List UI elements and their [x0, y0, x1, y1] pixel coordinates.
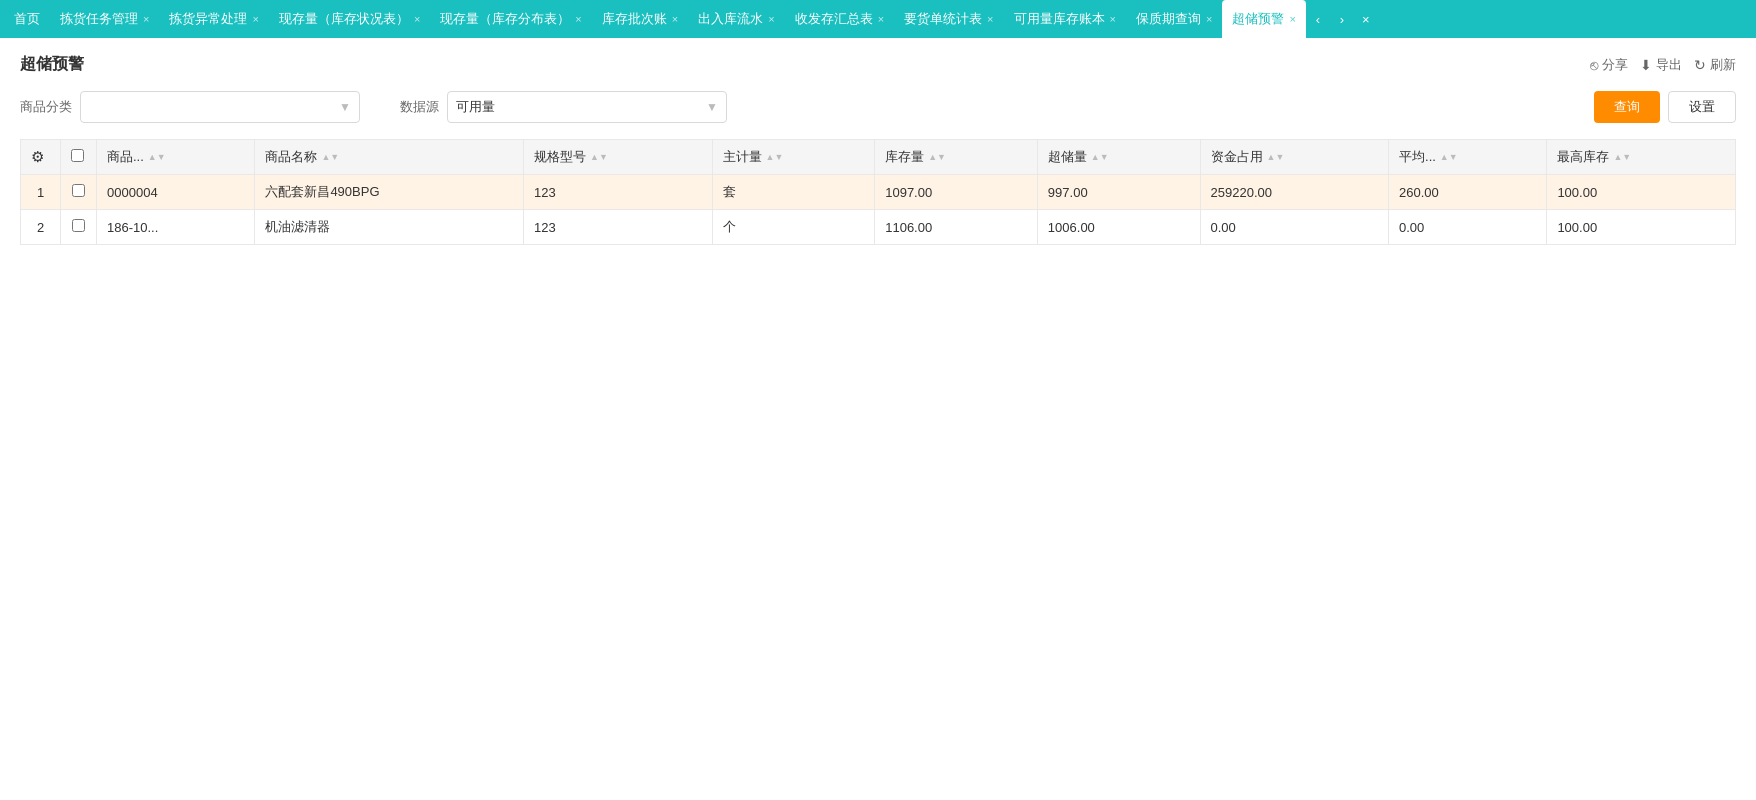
- page-header: 超储预警 ⎋ 分享 ⬇ 导出 ↻ 刷新: [20, 54, 1736, 75]
- nav-item-available[interactable]: 可用量库存账本 ×: [1004, 0, 1126, 38]
- datasource-label: 数据源: [400, 98, 439, 116]
- page-title: 超储预警: [20, 54, 84, 75]
- top-nav: 首页 拣货任务管理 × 拣货异常处理 × 现存量（库存状况表） × 现存量（库存…: [0, 0, 1756, 38]
- query-button[interactable]: 查询: [1594, 91, 1660, 123]
- close-icon[interactable]: ×: [987, 13, 993, 25]
- data-table: ⚙ 商品... ▲▼ 商品名称 ▲▼: [20, 139, 1736, 245]
- sort-arrows-icon: ▲▼: [1440, 153, 1458, 162]
- row-checkbox-cell[interactable]: [61, 210, 97, 245]
- nav-next-arrow[interactable]: ›: [1330, 0, 1354, 38]
- nav-item-flow[interactable]: 出入库流水 ×: [688, 0, 784, 38]
- column-stock-qty[interactable]: 库存量 ▲▼: [875, 140, 1038, 175]
- export-icon: ⬇: [1640, 57, 1652, 73]
- cell-stock-qty: 1106.00: [875, 210, 1038, 245]
- nav-item-task[interactable]: 拣货任务管理 ×: [50, 0, 159, 38]
- refresh-icon: ↻: [1694, 57, 1706, 73]
- close-icon[interactable]: ×: [575, 13, 581, 25]
- cell-max-stock: 100.00: [1547, 175, 1736, 210]
- gear-icon[interactable]: ⚙: [31, 148, 44, 165]
- cell-stock-qty: 1097.00: [875, 175, 1038, 210]
- filter-row: 商品分类 ▼ 数据源 可用量 ▼ 查询 设置: [20, 91, 1736, 123]
- cell-unit: 个: [712, 210, 875, 245]
- cell-capital-used: 259220.00: [1200, 175, 1389, 210]
- close-icon[interactable]: ×: [768, 13, 774, 25]
- main-content: 超储预警 ⎋ 分享 ⬇ 导出 ↻ 刷新 商品分类 ▼ 数据源: [0, 38, 1756, 800]
- column-spec[interactable]: 规格型号 ▲▼: [524, 140, 713, 175]
- nav-item-summary[interactable]: 收发存汇总表 ×: [785, 0, 894, 38]
- share-button[interactable]: ⎋ 分享: [1590, 56, 1628, 74]
- datasource-value: 可用量: [456, 98, 495, 116]
- share-icon: ⎋: [1590, 57, 1598, 73]
- chevron-down-icon: ▼: [339, 100, 351, 114]
- nav-item-stock-dist[interactable]: 现存量（库存分布表） ×: [430, 0, 591, 38]
- check-all-checkbox[interactable]: [71, 149, 84, 162]
- cell-spec: 123: [524, 210, 713, 245]
- nav-close-arrow[interactable]: ×: [1354, 0, 1378, 38]
- sort-arrows-icon: ▲▼: [766, 153, 784, 162]
- cell-over-qty: 1006.00: [1037, 210, 1200, 245]
- column-capital[interactable]: 资金占用 ▲▼: [1200, 140, 1389, 175]
- close-icon[interactable]: ×: [672, 13, 678, 25]
- cell-capital-used: 0.00: [1200, 210, 1389, 245]
- datasource-filter: 数据源 可用量 ▼: [400, 91, 727, 123]
- cell-product-name: 机油滤清器: [255, 210, 524, 245]
- nav-item-order-stat[interactable]: 要货单统计表 ×: [894, 0, 1003, 38]
- row-checkbox-cell[interactable]: [61, 175, 97, 210]
- sort-arrows-icon: ▲▼: [321, 153, 339, 162]
- nav-item-home[interactable]: 首页: [4, 0, 50, 38]
- settings-button[interactable]: 设置: [1668, 91, 1736, 123]
- cell-product-code: 186-10...: [97, 210, 255, 245]
- category-select[interactable]: ▼: [80, 91, 360, 123]
- cell-avg: 0.00: [1389, 210, 1547, 245]
- column-unit[interactable]: 主计量 ▲▼: [712, 140, 875, 175]
- column-over-qty[interactable]: 超储量 ▲▼: [1037, 140, 1200, 175]
- cell-spec: 123: [524, 175, 713, 210]
- close-icon[interactable]: ×: [252, 13, 258, 25]
- column-product-code[interactable]: 商品... ▲▼: [97, 140, 255, 175]
- table-row: 2 186-10... 机油滤清器 123 个 1106.00 1006.00 …: [21, 210, 1736, 245]
- row-checkbox[interactable]: [72, 219, 85, 232]
- nav-item-expiry[interactable]: 保质期查询 ×: [1126, 0, 1222, 38]
- close-icon[interactable]: ×: [414, 13, 420, 25]
- close-icon[interactable]: ×: [1289, 13, 1295, 25]
- nav-item-overstock[interactable]: 超储预警 ×: [1222, 0, 1305, 38]
- column-check-all[interactable]: [61, 140, 97, 175]
- close-icon[interactable]: ×: [1206, 13, 1212, 25]
- column-max-stock[interactable]: 最高库存 ▲▼: [1547, 140, 1736, 175]
- column-avg[interactable]: 平均... ▲▼: [1389, 140, 1547, 175]
- table-row: 1 0000004 六配套新昌490BPG 123 套 1097.00 997.…: [21, 175, 1736, 210]
- nav-item-batch[interactable]: 库存批次账 ×: [592, 0, 688, 38]
- cell-over-qty: 997.00: [1037, 175, 1200, 210]
- category-filter: 商品分类 ▼: [20, 91, 360, 123]
- filter-buttons: 查询 设置: [1594, 91, 1736, 123]
- chevron-down-icon: ▼: [706, 100, 718, 114]
- row-index: 2: [21, 210, 61, 245]
- sort-arrows-icon: ▲▼: [1091, 153, 1109, 162]
- row-index: 1: [21, 175, 61, 210]
- nav-prev-arrow[interactable]: ‹: [1306, 0, 1330, 38]
- column-gear[interactable]: ⚙: [21, 140, 61, 175]
- header-actions: ⎋ 分享 ⬇ 导出 ↻ 刷新: [1590, 56, 1736, 74]
- sort-arrows-icon: ▲▼: [1267, 153, 1285, 162]
- sort-arrows-icon: ▲▼: [1613, 153, 1631, 162]
- sort-arrows-icon: ▲▼: [148, 153, 166, 162]
- datasource-select[interactable]: 可用量 ▼: [447, 91, 727, 123]
- refresh-button[interactable]: ↻ 刷新: [1694, 56, 1736, 74]
- close-icon[interactable]: ×: [878, 13, 884, 25]
- category-label: 商品分类: [20, 98, 72, 116]
- sort-arrows-icon: ▲▼: [590, 153, 608, 162]
- close-icon[interactable]: ×: [143, 13, 149, 25]
- row-checkbox[interactable]: [72, 184, 85, 197]
- nav-item-stock-status[interactable]: 现存量（库存状况表） ×: [269, 0, 430, 38]
- export-button[interactable]: ⬇ 导出: [1640, 56, 1682, 74]
- nav-item-exception[interactable]: 拣货异常处理 ×: [159, 0, 268, 38]
- cell-unit: 套: [712, 175, 875, 210]
- sort-arrows-icon: ▲▼: [928, 153, 946, 162]
- cell-max-stock: 100.00: [1547, 210, 1736, 245]
- cell-avg: 260.00: [1389, 175, 1547, 210]
- cell-product-name: 六配套新昌490BPG: [255, 175, 524, 210]
- cell-product-code: 0000004: [97, 175, 255, 210]
- column-product-name[interactable]: 商品名称 ▲▼: [255, 140, 524, 175]
- close-icon[interactable]: ×: [1110, 13, 1116, 25]
